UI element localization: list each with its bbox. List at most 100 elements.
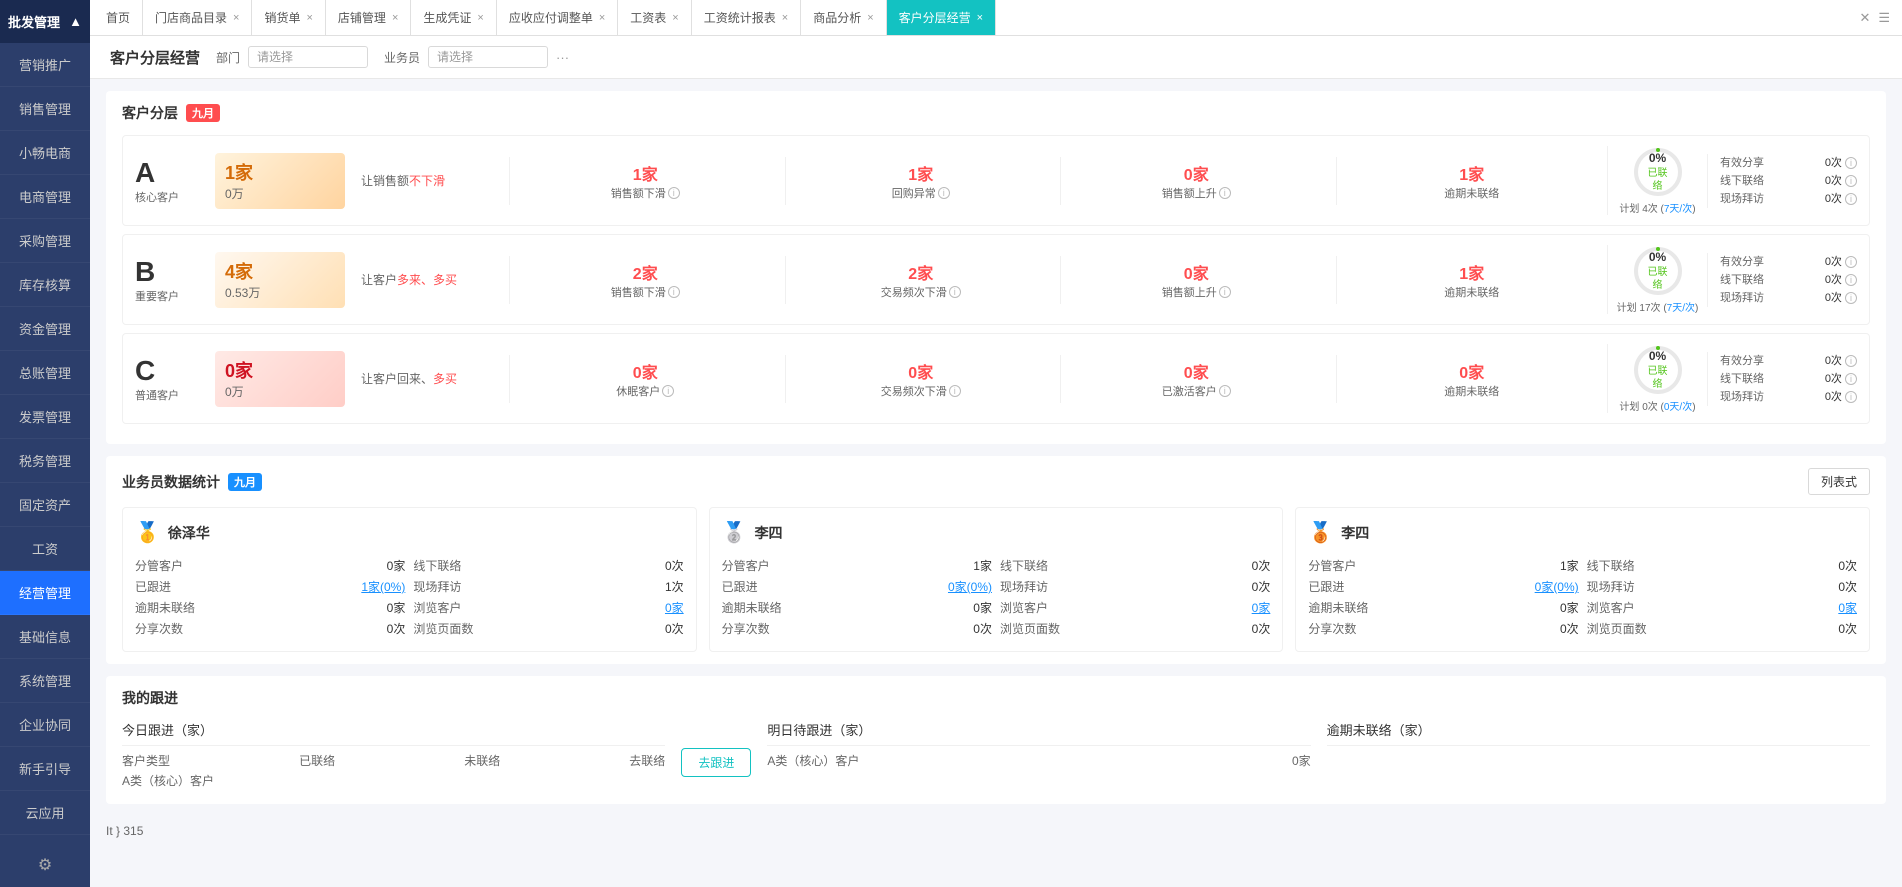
sidebar-item-资金管理[interactable]: 资金管理 — [0, 307, 90, 351]
sidebar-settings-icon[interactable]: ⚙ — [0, 843, 90, 887]
my-followup-section: 我的跟进 今日跟进（家） 客户类型 已联络 未联络 去联络 A类（核心）客户 — [106, 676, 1886, 804]
right-stats-A: 有效分享0次 i线下联络0次 i现场拜访0次 i — [1707, 154, 1857, 208]
staff-metric-val[interactable]: 0家 — [1252, 599, 1271, 616]
staff-metrics-left: 分管客户 1家 已跟进 0家(0%) 逾期未联络 0家 分享次数 0次 — [722, 555, 992, 639]
tier-row-A: A 核心客户 1家 0万 让销售额不下滑 1家 销售额下滑 i 1家 回购异常 … — [122, 135, 1870, 226]
tab-actions: ✕ ☰ — [1851, 10, 1898, 26]
metric-cell: 2家 交易频次下滑 i — [785, 256, 1057, 304]
tab-门店商品目录[interactable]: 门店商品目录× — [143, 0, 252, 36]
sidebar-item-库存核算[interactable]: 库存核算 — [0, 263, 90, 307]
goto-followup-wrapper: 去跟进 — [681, 720, 751, 792]
sidebar-item-总账管理[interactable]: 总账管理 — [0, 351, 90, 395]
staff-section-header: 业务员数据统计 九月 列表式 — [122, 468, 1870, 495]
tier-suggestion-A: 让销售额不下滑 — [361, 172, 501, 189]
sales-filter-group: 业务员 请选择 ··· — [384, 46, 569, 68]
staff-metrics: 分管客户 1家 已跟进 0家(0%) 逾期未联络 0家 分享次数 0次 线下联络… — [1308, 555, 1857, 639]
tab-close-客户分层经营[interactable]: × — [977, 12, 983, 24]
sidebar-item-固定资产[interactable]: 固定资产 — [0, 483, 90, 527]
filter-more-icon[interactable]: ··· — [556, 50, 569, 65]
tab-close-门店商品目录[interactable]: × — [233, 12, 239, 24]
tab-close-店铺管理[interactable]: × — [392, 12, 398, 24]
tier-row-B: B 重要客户 4家 0.53万 让客户多来、多买 2家 销售额下滑 i 2家 交… — [122, 234, 1870, 325]
tab-客户分层经营[interactable]: 客户分层经营× — [887, 0, 996, 36]
staff-metric-row: 浏览页面数 0次 — [413, 618, 683, 639]
staff-section-title: 业务员数据统计 九月 — [122, 472, 262, 492]
tab-店铺管理[interactable]: 店铺管理× — [326, 0, 411, 36]
staff-name: 徐泽华 — [168, 523, 210, 543]
sidebar-item-税务管理[interactable]: 税务管理 — [0, 439, 90, 483]
followup-item: 客户类型 已联络 未联络 去联络 — [122, 752, 665, 769]
right-stat-item: 线下联络0次 i — [1720, 271, 1857, 287]
staff-metric-row: 分享次数 0次 — [1308, 618, 1578, 639]
tab-bar: 首页门店商品目录×销货单×店铺管理×生成凭证×应收应付调整单×工资表×工资统计报… — [90, 0, 1902, 36]
right-stat-item: 现场拜访0次 i — [1720, 388, 1857, 404]
tab-close-工资表[interactable]: × — [672, 12, 678, 24]
today-followup-title: 今日跟进（家） — [122, 720, 665, 746]
metric-cell: 0家 已激活客户 i — [1060, 355, 1332, 403]
tomorrow-followup-item: A类（核心）客户 0家 — [767, 752, 1310, 769]
tier-metrics-C: 0家 休眠客户 i 0家 交易频次下滑 i 0家 已激活客户 i 0家 逾期未联… — [509, 355, 1607, 403]
sidebar-item-销售管理[interactable]: 销售管理 — [0, 87, 90, 131]
tab-close-生成凭证[interactable]: × — [477, 12, 483, 24]
tab-销货单[interactable]: 销货单× — [252, 0, 325, 36]
tab-工资表[interactable]: 工资表× — [618, 0, 691, 36]
staff-metric-val: 0次 — [1252, 557, 1271, 574]
tab-首页[interactable]: 首页 — [94, 0, 143, 36]
tab-close-商品分析[interactable]: × — [867, 12, 873, 24]
staff-metric-val: 0次 — [1838, 578, 1857, 595]
circle-cell-C: 0% 已联络 计划 0次 (0天/次) — [1607, 344, 1707, 413]
tab-close-销货单[interactable]: × — [306, 12, 312, 24]
tier-label-B: B 重要客户 — [135, 256, 215, 304]
sidebar-item-新手引导[interactable]: 新手引导 — [0, 747, 90, 791]
tab-生成凭证[interactable]: 生成凭证× — [411, 0, 496, 36]
staff-metric-val: 0次 — [665, 620, 684, 637]
sidebar-item-采购管理[interactable]: 采购管理 — [0, 219, 90, 263]
right-stat-item: 有效分享0次 i — [1720, 352, 1857, 368]
tab-menu-icon[interactable]: ☰ — [1878, 10, 1890, 26]
main-area: 首页门店商品目录×销货单×店铺管理×生成凭证×应收应付调整单×工资表×工资统计报… — [90, 0, 1902, 887]
goto-followup-button[interactable]: 去跟进 — [681, 748, 751, 777]
sidebar-item-系统管理[interactable]: 系统管理 — [0, 659, 90, 703]
page-title: 客户分层经营 — [110, 47, 200, 68]
sidebar-item-经营管理[interactable]: 经营管理 — [0, 571, 90, 615]
sidebar-item-营销推广[interactable]: 营销推广 — [0, 43, 90, 87]
staff-metric-val[interactable]: 0家(0%) — [1535, 578, 1579, 595]
staff-metric-val[interactable]: 0家 — [665, 599, 684, 616]
sidebar-item-工资[interactable]: 工资 — [0, 527, 90, 571]
list-view-button[interactable]: 列表式 — [1808, 468, 1870, 495]
sidebar-collapse-icon[interactable]: ▲ — [69, 14, 82, 29]
sidebar-item-电商管理[interactable]: 电商管理 — [0, 175, 90, 219]
overdue-followup-col: 逾期未联络（家） — [1327, 720, 1870, 792]
tab-工资统计报表[interactable]: 工资统计报表× — [692, 0, 801, 36]
staff-metric-val: 0次 — [1252, 578, 1271, 595]
tab-应收应付调整单[interactable]: 应收应付调整单× — [497, 0, 618, 36]
tier-count-A: 1家 0万 — [215, 153, 345, 209]
staff-metric-val[interactable]: 0家(0%) — [948, 578, 992, 595]
tier-row-C: C 普通客户 0家 0万 让客户回来、多买 0家 休眠客户 i 0家 交易频次下… — [122, 333, 1870, 424]
staff-metrics-right: 线下联络 0次 现场拜访 1次 浏览客户 0家 浏览页面数 0次 — [413, 555, 683, 639]
staff-metric-row: 逾期未联络 0家 — [135, 597, 405, 618]
metric-cell: 0家 休眠客户 i — [509, 355, 781, 403]
sidebar-item-基础信息[interactable]: 基础信息 — [0, 615, 90, 659]
staff-metric-val[interactable]: 1家(0%) — [361, 578, 405, 595]
staff-metric-val[interactable]: 0家 — [1838, 599, 1857, 616]
tab-close-all-icon[interactable]: ✕ — [1859, 10, 1870, 26]
staff-name: 李四 — [755, 523, 783, 543]
tab-close-工资统计报表[interactable]: × — [782, 12, 788, 24]
staff-avatar: 🥉 — [1308, 520, 1333, 545]
staff-metric-val: 0家 — [387, 599, 406, 616]
sidebar-item-企业协同[interactable]: 企业协同 — [0, 703, 90, 747]
sidebar-header[interactable]: 批发管理 ▲ — [0, 0, 90, 43]
tab-close-应收应付调整单[interactable]: × — [599, 12, 605, 24]
sidebar-item-小畅电商[interactable]: 小畅电商 — [0, 131, 90, 175]
sales-select[interactable]: 请选择 — [428, 46, 548, 68]
staff-metric-val: 0次 — [1252, 620, 1271, 637]
staff-metric-row: 分享次数 0次 — [135, 618, 405, 639]
tab-商品分析[interactable]: 商品分析× — [801, 0, 886, 36]
staff-metric-row: 浏览客户 0家 — [1000, 597, 1270, 618]
sidebar-item-云应用[interactable]: 云应用 — [0, 791, 90, 835]
sidebar-item-发票管理[interactable]: 发票管理 — [0, 395, 90, 439]
sidebar: 批发管理 ▲ 营销推广销售管理小畅电商电商管理采购管理库存核算资金管理总账管理发… — [0, 0, 90, 887]
circle-cell-B: 0% 已联络 计划 17次 (7天/次) — [1607, 245, 1707, 314]
dept-select[interactable]: 请选择 — [248, 46, 368, 68]
